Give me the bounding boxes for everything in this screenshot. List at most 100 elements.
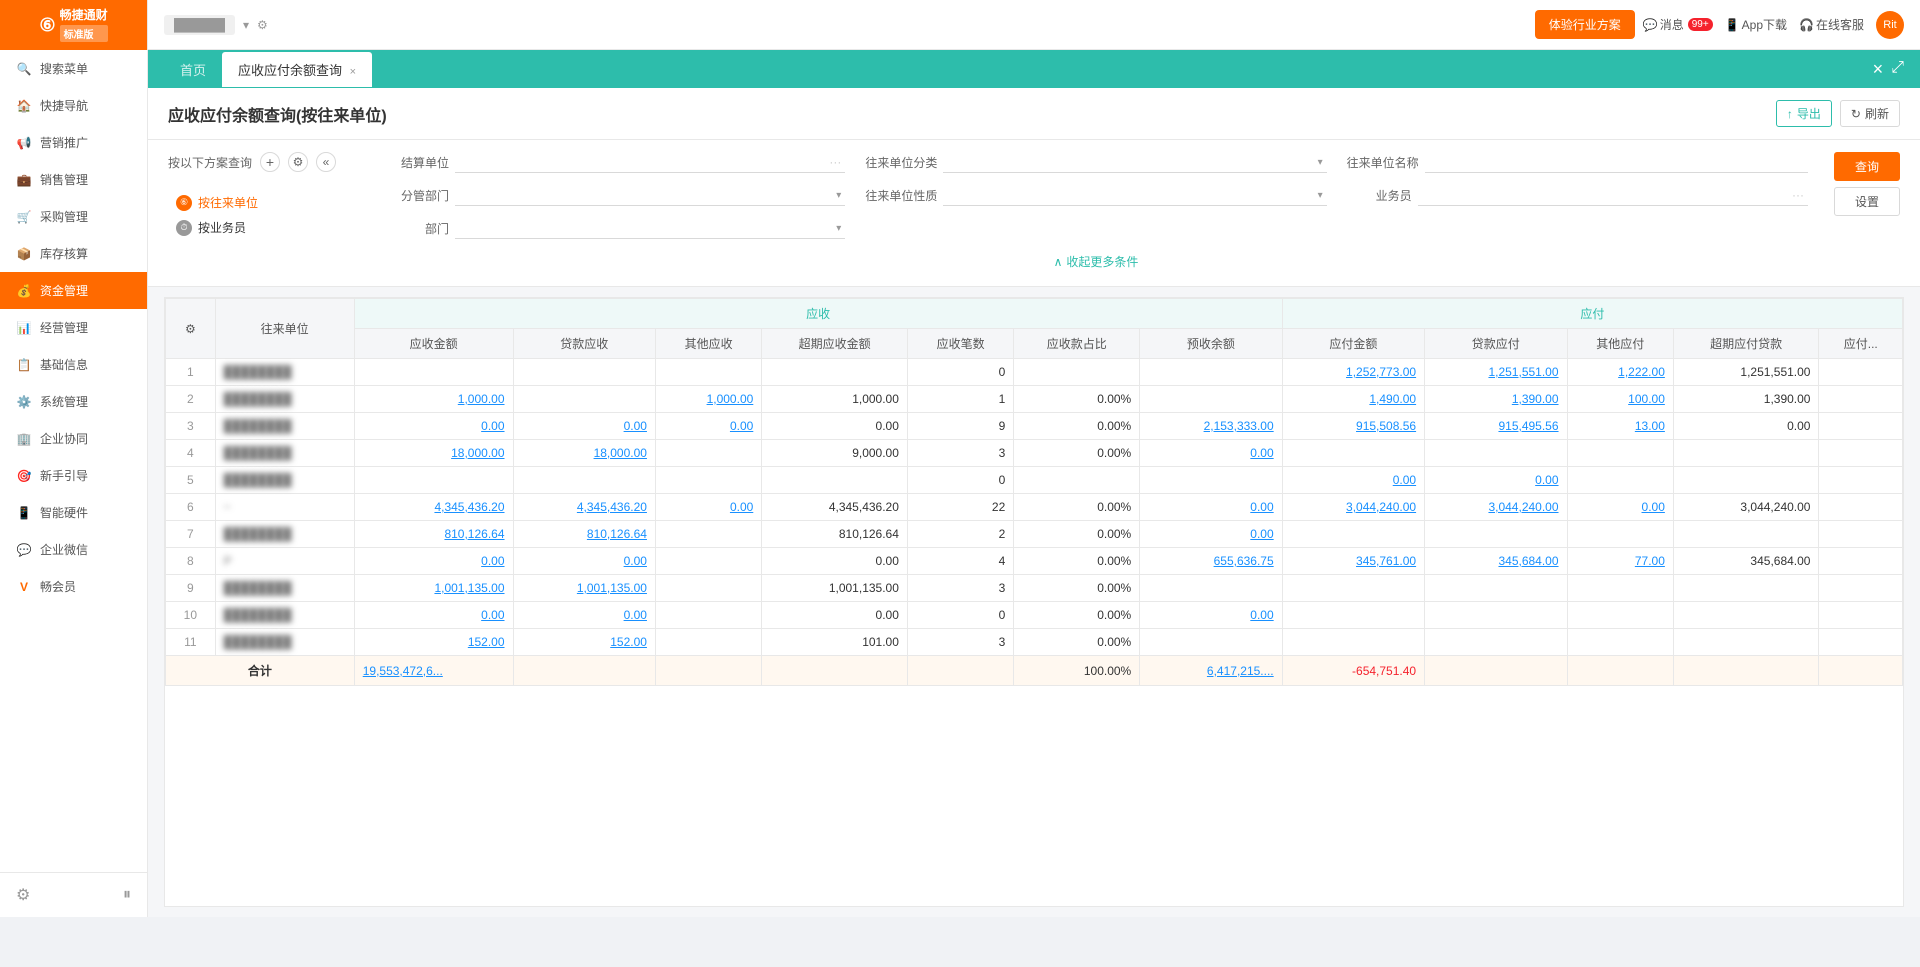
sidebar-item-purchase[interactable]: 🛒 采购管理	[0, 198, 147, 235]
row-ap-amount[interactable]	[1282, 575, 1424, 602]
row-loan-ar[interactable]: 152.00	[513, 629, 655, 656]
row-other-ar[interactable]	[655, 359, 761, 386]
filter-collapse-button[interactable]: «	[316, 152, 336, 172]
row-loan-ar[interactable]: 4,345,436.20	[513, 494, 655, 521]
settlement-unit-dots[interactable]: ···	[829, 155, 841, 169]
sidebar-item-system[interactable]: ⚙️ 系统管理	[0, 383, 147, 420]
row-ar-amount[interactable]: 0.00	[354, 548, 513, 575]
sidebar-item-basic[interactable]: 📋 基础信息	[0, 346, 147, 383]
row-other-ar[interactable]	[655, 575, 761, 602]
row-loan-ap[interactable]	[1425, 629, 1567, 656]
collapse-conditions-button[interactable]: ∧ 收起更多条件	[1042, 249, 1151, 274]
row-other-ap[interactable]	[1567, 602, 1673, 629]
dept-manager-input-wrap[interactable]: ▾	[455, 185, 845, 206]
row-other-ap[interactable]	[1567, 629, 1673, 656]
row-ap-amount[interactable]	[1282, 440, 1424, 467]
row-other-ar[interactable]	[655, 548, 761, 575]
row-ap-amount[interactable]	[1282, 629, 1424, 656]
tab-close-window-icon[interactable]: ×	[1873, 59, 1884, 80]
row-loan-ap[interactable]: 345,684.00	[1425, 548, 1567, 575]
scheme-item-by-staff[interactable]: ⏱ 按业务员	[168, 215, 368, 240]
row-prepaid-balance[interactable]	[1140, 629, 1282, 656]
row-other-ar[interactable]: 0.00	[655, 413, 761, 440]
row-loan-ap[interactable]	[1425, 440, 1567, 467]
row-other-ap[interactable]: 100.00	[1567, 386, 1673, 413]
row-prepaid-balance[interactable]	[1140, 359, 1282, 386]
row-ap-amount[interactable]: 3,044,240.00	[1282, 494, 1424, 521]
row-prepaid-balance[interactable]: 0.00	[1140, 440, 1282, 467]
sidebar-item-enterprise[interactable]: 🏢 企业协同	[0, 420, 147, 457]
dept-manager-input[interactable]	[459, 188, 832, 202]
messages-group[interactable]: 💬 消息 99+	[1643, 16, 1713, 33]
counterpart-nature-input[interactable]	[947, 188, 1313, 202]
query-button[interactable]: 查询	[1834, 152, 1900, 181]
row-ap-amount[interactable]: 345,761.00	[1282, 548, 1424, 575]
sidebar-item-hardware[interactable]: 📱 智能硬件	[0, 494, 147, 531]
salesperson-dots[interactable]: ···	[1792, 188, 1804, 202]
sidebar-item-guide[interactable]: 🎯 新手引导	[0, 457, 147, 494]
row-other-ap[interactable]: 77.00	[1567, 548, 1673, 575]
row-loan-ap[interactable]: 0.00	[1425, 467, 1567, 494]
row-loan-ap[interactable]: 1,251,551.00	[1425, 359, 1567, 386]
row-loan-ar[interactable]: 0.00	[513, 413, 655, 440]
counterpart-category-input-wrap[interactable]: ▾	[943, 152, 1326, 173]
row-ar-amount[interactable]	[354, 467, 513, 494]
row-loan-ar[interactable]: 1,001,135.00	[513, 575, 655, 602]
row-prepaid-balance[interactable]: 0.00	[1140, 521, 1282, 548]
filter-add-button[interactable]: +	[260, 152, 280, 172]
department-input[interactable]	[459, 221, 832, 235]
user-avatar[interactable]: Rit	[1876, 11, 1904, 39]
row-prepaid-balance[interactable]: 2,153,333.00	[1140, 413, 1282, 440]
collapse-bottom-icon[interactable]: ⏸	[123, 886, 131, 904]
gear-header-icon[interactable]: ⚙	[257, 18, 268, 32]
row-loan-ap[interactable]: 3,044,240.00	[1425, 494, 1567, 521]
row-other-ap[interactable]	[1567, 467, 1673, 494]
settings-bottom-icon[interactable]: ⚙	[16, 885, 30, 905]
export-button[interactable]: ↑ 导出	[1776, 100, 1832, 127]
row-ar-amount[interactable]: 18,000.00	[354, 440, 513, 467]
row-ar-amount[interactable]: 810,126.64	[354, 521, 513, 548]
tab-maximize-icon[interactable]: ⤢	[1891, 59, 1904, 80]
row-other-ar[interactable]	[655, 602, 761, 629]
sidebar-item-wechat[interactable]: 💬 企业微信	[0, 531, 147, 568]
row-other-ar[interactable]: 1,000.00	[655, 386, 761, 413]
row-other-ar[interactable]	[655, 467, 761, 494]
sidebar-item-nav[interactable]: 🏠 快捷导航	[0, 87, 147, 124]
row-loan-ap[interactable]	[1425, 602, 1567, 629]
sidebar-item-member[interactable]: V 畅会员	[0, 568, 147, 605]
tab-close-icon[interactable]: ×	[350, 66, 356, 78]
col-settings-header[interactable]: ⚙	[166, 299, 216, 359]
row-ap-amount[interactable]: 1,490.00	[1282, 386, 1424, 413]
row-loan-ar[interactable]: 18,000.00	[513, 440, 655, 467]
row-ar-amount[interactable]: 4,345,436.20	[354, 494, 513, 521]
row-prepaid-balance[interactable]: 0.00	[1140, 602, 1282, 629]
setting-button[interactable]: 设置	[1834, 187, 1900, 216]
tab-home[interactable]: 首页	[164, 52, 222, 87]
row-other-ap[interactable]: 0.00	[1567, 494, 1673, 521]
counterpart-name-input[interactable]	[1429, 155, 1804, 169]
row-ar-amount[interactable]: 1,001,135.00	[354, 575, 513, 602]
row-ar-amount[interactable]: 0.00	[354, 602, 513, 629]
row-loan-ap[interactable]	[1425, 575, 1567, 602]
row-prepaid-balance[interactable]	[1140, 575, 1282, 602]
row-ap-amount[interactable]	[1282, 521, 1424, 548]
refresh-button[interactable]: ↻ 刷新	[1840, 100, 1900, 127]
sidebar-item-finance[interactable]: 💰 资金管理	[0, 272, 147, 309]
row-other-ar[interactable]	[655, 629, 761, 656]
salesperson-input[interactable]	[1422, 188, 1788, 202]
row-other-ap[interactable]	[1567, 521, 1673, 548]
filter-gear-button[interactable]: ⚙	[288, 152, 308, 172]
row-other-ap[interactable]	[1567, 440, 1673, 467]
row-other-ap[interactable]: 13.00	[1567, 413, 1673, 440]
row-prepaid-balance[interactable]: 655,636.75	[1140, 548, 1282, 575]
row-ar-amount[interactable]: 0.00	[354, 413, 513, 440]
row-ar-amount[interactable]	[354, 359, 513, 386]
row-ap-amount[interactable]: 0.00	[1282, 467, 1424, 494]
sidebar-item-marketing[interactable]: 📢 营销推广	[0, 124, 147, 161]
app-download-group[interactable]: 📱 App下载	[1725, 16, 1787, 33]
sidebar-item-search[interactable]: 🔍 搜索菜单	[0, 50, 147, 87]
department-input-wrap[interactable]: ▾	[455, 218, 845, 239]
row-loan-ar[interactable]: 810,126.64	[513, 521, 655, 548]
online-service-group[interactable]: 🎧 在线客服	[1799, 16, 1864, 33]
try-button[interactable]: 体验行业方案	[1535, 10, 1635, 39]
